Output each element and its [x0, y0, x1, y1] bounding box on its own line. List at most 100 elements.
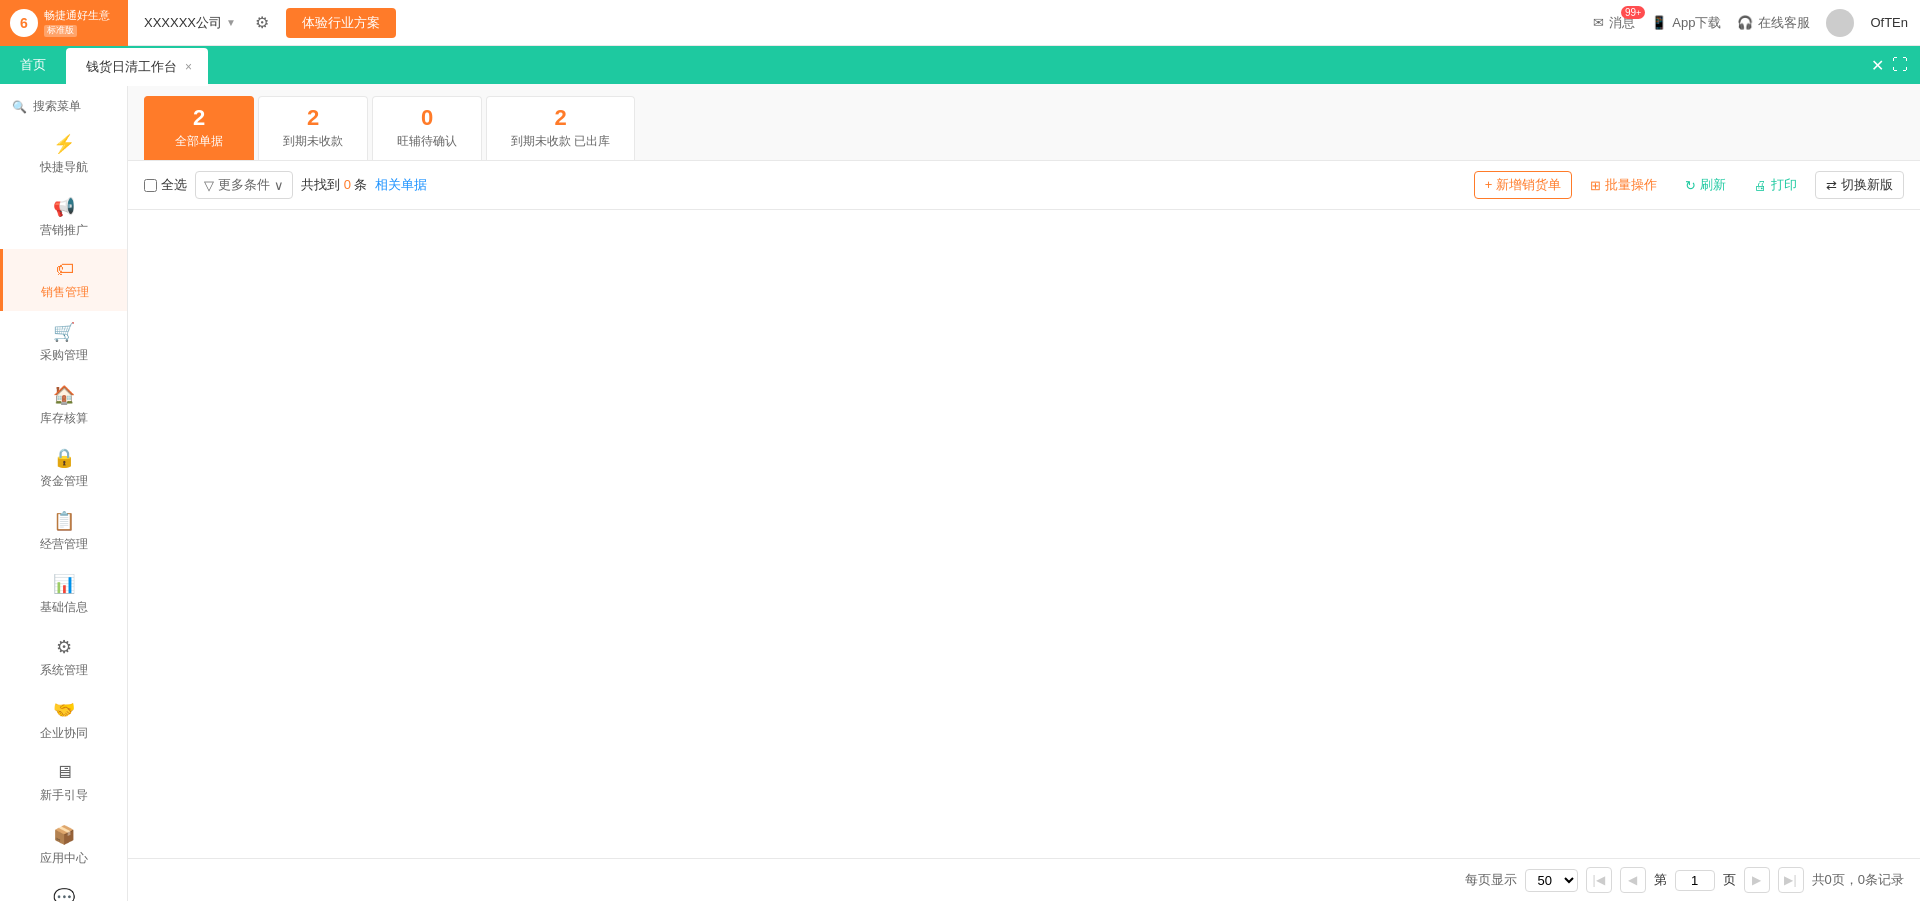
total-info: 共0页，0条记录	[1812, 871, 1904, 889]
print-button[interactable]: 🖨 打印	[1744, 172, 1807, 198]
sidebar-label-quick-nav: 快捷导航	[40, 159, 88, 176]
sidebar-label-inventory: 库存核算	[40, 410, 88, 427]
tab-home[interactable]: 首页	[0, 46, 66, 84]
logo-area: 6 畅捷通好生意 标准版	[0, 0, 128, 46]
batch-op-button[interactable]: ⊞ 批量操作	[1580, 172, 1667, 198]
sidebar-item-system[interactable]: ⚙ 系统管理	[0, 626, 127, 689]
sidebar-item-finance[interactable]: 🔒 资金管理	[0, 437, 127, 500]
sidebar-label-corp-coop: 企业协同	[40, 725, 88, 742]
empty-area	[128, 210, 1920, 858]
select-all-checkbox[interactable]: 全选	[144, 176, 187, 194]
marketing-icon: 📢	[53, 196, 75, 218]
tab-close-icon[interactable]: ×	[185, 60, 192, 74]
brand-badge: 标准版	[44, 25, 77, 37]
summary-count-wangpu: 0	[421, 107, 433, 129]
sidebar: 🔍 搜索菜单 ⚡ 快捷导航 📢 营销推广 🏷 销售管理 🛒 采购管理 🏠 库存核…	[0, 84, 128, 901]
sidebar-item-quick-nav[interactable]: ⚡ 快捷导航	[0, 123, 127, 186]
toolbar: 全选 ▽ 更多条件 ∨ 共找到 0 条 相关单据 + 新增销货单	[128, 161, 1920, 210]
page-next-button[interactable]: ▶	[1744, 867, 1770, 893]
summary-tab-all[interactable]: 2 全部单据	[144, 96, 254, 160]
sidebar-item-wechat[interactable]: 💬 企业微信	[0, 877, 127, 901]
select-all-input[interactable]	[144, 179, 157, 192]
experience-button[interactable]: 体验行业方案	[286, 8, 396, 38]
sales-icon: 🏷	[56, 259, 74, 280]
corp-coop-icon: 🤝	[53, 699, 75, 721]
per-page-select[interactable]: 50	[1525, 869, 1578, 892]
message-icon: ✉	[1593, 15, 1604, 30]
content-inner: 2 全部单据 2 到期未收款 0 旺辅待确认 2 到期未收款 已出库	[128, 84, 1920, 901]
pagination-footer: 每页显示 50 |◀ ◀ 第 页 ▶ ▶| 共0页，0条记录	[128, 858, 1920, 901]
sidebar-label-finance: 资金管理	[40, 473, 88, 490]
purchase-icon: 🛒	[53, 321, 75, 343]
more-filter-button[interactable]: ▽ 更多条件 ∨	[195, 171, 293, 199]
summary-count-unshipped: 2	[555, 107, 567, 129]
toolbar-left: 全选 ▽ 更多条件 ∨ 共找到 0 条 相关单据	[144, 171, 1466, 199]
main-layout: 🔍 搜索菜单 ⚡ 快捷导航 📢 营销推广 🏷 销售管理 🛒 采购管理 🏠 库存核…	[0, 84, 1920, 901]
minimize-icon[interactable]: ✕	[1871, 56, 1884, 75]
avatar[interactable]	[1826, 9, 1854, 37]
summary-label-overdue: 到期未收款	[283, 133, 343, 150]
base-info-icon: 📊	[53, 573, 75, 595]
sidebar-item-corp-coop[interactable]: 🤝 企业协同	[0, 689, 127, 752]
sidebar-item-purchase[interactable]: 🛒 采购管理	[0, 311, 127, 374]
summary-tab-wangpu[interactable]: 0 旺辅待确认	[372, 96, 482, 160]
page-input[interactable]	[1675, 870, 1715, 891]
switch-version-button[interactable]: ⇄ 切换新版	[1815, 171, 1904, 199]
brand-name: 畅捷通好生意	[44, 8, 110, 22]
wechat-icon: 💬	[53, 887, 75, 901]
top-header: 6 畅捷通好生意 标准版 XXXXXX公司 ▼ ⚙ 体验行业方案 ✉ 消息 99…	[0, 0, 1920, 46]
sidebar-item-base-info[interactable]: 📊 基础信息	[0, 563, 127, 626]
content-area: 2 全部单据 2 到期未收款 0 旺辅待确认 2 到期未收款 已出库	[128, 84, 1920, 901]
sidebar-item-sales[interactable]: 🏷 销售管理	[0, 249, 127, 311]
settings-button[interactable]: ⚙	[248, 9, 276, 37]
tab-active-label: 钱货日清工作台	[86, 58, 177, 76]
refresh-button[interactable]: ↻ 刷新	[1675, 172, 1736, 198]
toolbar-right: + 新增销货单 ⊞ 批量操作 ↻ 刷新 🖨 打印 ⇄	[1474, 171, 1904, 199]
refresh-icon: ↻	[1685, 178, 1696, 193]
page-last-button[interactable]: ▶|	[1778, 867, 1804, 893]
app-download-label: App下载	[1672, 14, 1721, 32]
logo-text: 畅捷通好生意 标准版	[44, 8, 110, 37]
sidebar-item-inventory[interactable]: 🏠 库存核算	[0, 374, 127, 437]
logo-icon: 6	[10, 9, 38, 37]
summary-label-all: 全部单据	[175, 133, 223, 150]
tab-home-label: 首页	[20, 56, 46, 74]
chevron-down-icon: ▼	[226, 17, 236, 28]
summary-tab-unshipped[interactable]: 2 到期未收款 已出库	[486, 96, 635, 160]
sidebar-label-operation: 经营管理	[40, 536, 88, 553]
sidebar-item-app-center[interactable]: 📦 应用中心	[0, 814, 127, 877]
summary-label-unshipped: 到期未收款 已出库	[511, 133, 610, 150]
company-select[interactable]: XXXXXX公司 ▼	[144, 14, 240, 32]
filter-icon: ▽	[204, 178, 214, 193]
expand-icon[interactable]: ⛶	[1892, 56, 1908, 74]
guide-icon: 🖥	[55, 762, 73, 783]
tab-bar-actions: ✕ ⛶	[1871, 56, 1920, 75]
page-label: 第	[1654, 871, 1667, 889]
sidebar-search[interactable]: 🔍 搜索菜单	[0, 90, 127, 123]
related-bill-link[interactable]: 相关单据	[375, 176, 427, 194]
quick-nav-icon: ⚡	[53, 133, 75, 155]
tab-active[interactable]: 钱货日清工作台 ×	[66, 48, 208, 86]
finance-icon: 🔒	[53, 447, 75, 469]
operation-icon: 📋	[53, 510, 75, 532]
app-download-button[interactable]: 📱 App下载	[1651, 14, 1721, 32]
company-name: XXXXXX公司	[144, 14, 222, 32]
service-icon: 🎧	[1737, 15, 1753, 30]
header-right: ✉ 消息 99+ 📱 App下载 🎧 在线客服 OfTEn	[1593, 9, 1908, 37]
sidebar-label-purchase: 采购管理	[40, 347, 88, 364]
system-icon: ⚙	[56, 636, 72, 658]
online-service-button[interactable]: 🎧 在线客服	[1737, 14, 1810, 32]
sidebar-item-guide[interactable]: 🖥 新手引导	[0, 752, 127, 814]
sidebar-item-operation[interactable]: 📋 经营管理	[0, 500, 127, 563]
sidebar-label-base-info: 基础信息	[40, 599, 88, 616]
online-service-label: 在线客服	[1758, 14, 1810, 32]
page-prev-button[interactable]: ◀	[1620, 867, 1646, 893]
summary-tab-overdue[interactable]: 2 到期未收款	[258, 96, 368, 160]
page-first-button[interactable]: |◀	[1586, 867, 1612, 893]
sidebar-item-marketing[interactable]: 📢 营销推广	[0, 186, 127, 249]
message-button[interactable]: ✉ 消息 99+	[1593, 14, 1635, 32]
add-sale-button[interactable]: + 新增销货单	[1474, 171, 1572, 199]
summary-count-all: 2	[193, 107, 205, 129]
select-all-label: 全选	[161, 176, 187, 194]
table-area	[128, 210, 1920, 858]
